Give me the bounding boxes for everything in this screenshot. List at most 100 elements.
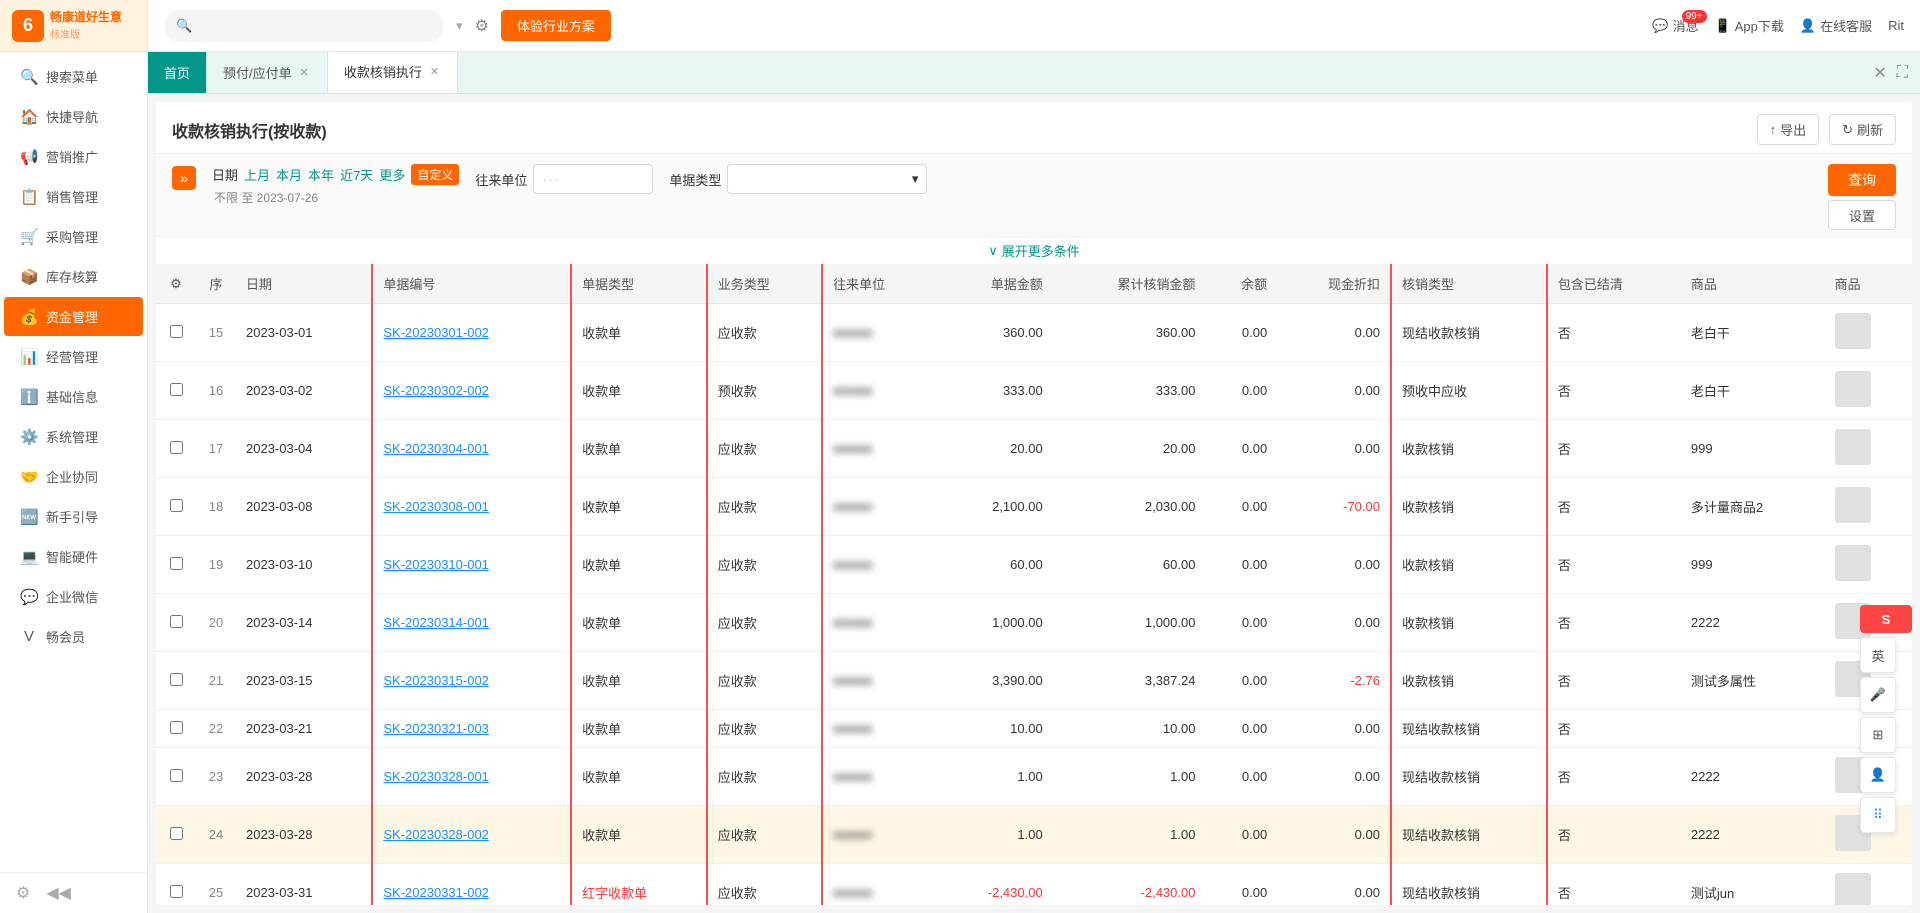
sidebar-item-operation[interactable]: 📊经营管理: [4, 337, 143, 376]
row-doc-no-link[interactable]: SK-20230321-003: [383, 721, 489, 736]
sidebar-item-marketing[interactable]: 📢营销推广: [4, 137, 143, 176]
float-user-icon[interactable]: 👤: [1860, 757, 1896, 793]
filter-more-conditions[interactable]: ∨ 展开更多条件: [156, 237, 1912, 264]
sidebar-item-basic[interactable]: ℹ️基础信息: [4, 377, 143, 416]
message-button[interactable]: 💬 消息 99+: [1652, 16, 1698, 35]
col-checkbox[interactable]: [156, 594, 196, 652]
row-doc-no-link[interactable]: SK-20230315-002: [383, 673, 489, 688]
float-grid-icon[interactable]: ⊞: [1860, 717, 1896, 753]
row-amount: 3,390.00: [936, 652, 1053, 710]
filter-doctype-select[interactable]: ▾: [727, 164, 927, 194]
sidebar-item-enterprise[interactable]: 🤝企业协同: [4, 457, 143, 496]
row-checkbox[interactable]: [170, 557, 183, 570]
settings-icon[interactable]: ⚙: [16, 883, 30, 903]
float-more-icon[interactable]: ⠿: [1860, 797, 1896, 833]
filter-custom-date-button[interactable]: 自定义: [411, 164, 459, 185]
row-doc-no-link[interactable]: SK-20230328-001: [383, 769, 489, 784]
topbar-search[interactable]: 🔍: [164, 10, 444, 42]
sidebar-icon-member: V: [20, 628, 38, 645]
sidebar-item-member[interactable]: V畅会员: [4, 617, 143, 656]
refresh-button[interactable]: ↻ 刷新: [1829, 114, 1896, 145]
filter-last-7days[interactable]: 近7天: [340, 165, 373, 184]
tab-advance-payment-close[interactable]: ✕: [298, 65, 311, 80]
col-checkbox[interactable]: [156, 536, 196, 594]
sidebar-item-quicknav[interactable]: 🏠快捷导航: [4, 97, 143, 136]
float-mic-icon[interactable]: 🎤: [1860, 677, 1896, 713]
sidebar-item-finance[interactable]: 💰资金管理: [4, 297, 143, 336]
filter-this-year[interactable]: 本年: [308, 165, 334, 184]
row-doc-no-link[interactable]: SK-20230331-002: [383, 885, 489, 900]
tab-close-all-icon[interactable]: ✕: [1873, 63, 1886, 83]
row-doc-no-link[interactable]: SK-20230310-001: [383, 557, 489, 572]
topbar-dropdown-icon[interactable]: ▾: [456, 18, 463, 34]
topbar-gear-icon[interactable]: ⚙: [475, 16, 489, 36]
settings-button[interactable]: 设置: [1828, 200, 1896, 230]
sidebar-icon-wechat: 💬: [20, 588, 38, 606]
row-checkbox[interactable]: [170, 827, 183, 840]
sidebar-icon-finance: 💰: [20, 308, 38, 326]
col-checkbox[interactable]: [156, 748, 196, 806]
row-doc-type: 收款单: [571, 748, 707, 806]
row-doc-no-link[interactable]: SK-20230308-001: [383, 499, 489, 514]
col-checkbox[interactable]: [156, 864, 196, 906]
export-button[interactable]: ↑ 导出: [1757, 114, 1820, 145]
row-doc-no-link[interactable]: SK-20230328-002: [383, 827, 489, 842]
export-label: 导出: [1780, 120, 1806, 139]
col-checkbox[interactable]: [156, 478, 196, 536]
float-s-icon[interactable]: S: [1860, 605, 1912, 633]
online-service-button[interactable]: 👤 在线客服: [1800, 16, 1872, 35]
row-include-settled: 否: [1547, 536, 1681, 594]
user-avatar[interactable]: Rit: [1888, 18, 1904, 33]
row-doc-no-link[interactable]: SK-20230314-001: [383, 615, 489, 630]
col-checkbox[interactable]: [156, 710, 196, 748]
sidebar-item-hardware[interactable]: 💻智能硬件: [4, 537, 143, 576]
float-translate-icon[interactable]: 英: [1860, 637, 1896, 673]
row-doc-no: SK-20230304-001: [372, 420, 571, 478]
sidebar-item-inventory[interactable]: 📦库存核算: [4, 257, 143, 296]
app-download-button[interactable]: 📱 App下载: [1715, 16, 1784, 35]
sidebar-item-guide[interactable]: 🆕新手引导: [4, 497, 143, 536]
col-gear[interactable]: ⚙: [156, 264, 196, 304]
tab-expand-icon[interactable]: ⛶: [1897, 64, 1908, 82]
col-checkbox[interactable]: [156, 420, 196, 478]
tab-home[interactable]: 首页: [148, 52, 207, 93]
tab-advance-payment[interactable]: 预付/应付单 ✕: [207, 52, 328, 93]
filter-more-dates[interactable]: 更多: [379, 165, 405, 184]
col-checkbox[interactable]: [156, 362, 196, 420]
row-doc-no-link[interactable]: SK-20230301-002: [383, 325, 489, 340]
user-blue-icon: 👤: [1870, 767, 1886, 783]
row-checkbox[interactable]: [170, 383, 183, 396]
sidebar-item-search[interactable]: 🔍搜索菜单: [4, 57, 143, 96]
tab-receipt-verify[interactable]: 收款核销执行 ✕: [328, 52, 458, 93]
col-checkbox[interactable]: [156, 304, 196, 362]
sidebar-item-sales[interactable]: 📋销售管理: [4, 177, 143, 216]
row-checkbox[interactable]: [170, 673, 183, 686]
query-button[interactable]: 查询: [1828, 164, 1896, 196]
col-checkbox[interactable]: [156, 652, 196, 710]
sidebar-item-wechat[interactable]: 💬企业微信: [4, 577, 143, 616]
row-counterparty-value: ●●●●●: [833, 827, 872, 842]
row-checkbox[interactable]: [170, 885, 183, 898]
row-checkbox[interactable]: [170, 441, 183, 454]
filter-date-group: 日期 上月 本月 本年 近7天 更多 自定义 不限 至 2023-07-26: [212, 164, 459, 206]
row-doc-no-link[interactable]: SK-20230302-002: [383, 383, 489, 398]
row-include-settled: 否: [1547, 362, 1681, 420]
filter-expand-button[interactable]: »: [172, 166, 196, 190]
sidebar-menu: 🔍搜索菜单🏠快捷导航📢营销推广📋销售管理🛒采购管理📦库存核算💰资金管理📊经营管理…: [0, 52, 147, 872]
collapse-icon[interactable]: ◀◀: [46, 883, 71, 903]
filter-last-month[interactable]: 上月: [244, 165, 270, 184]
industry-solution-button[interactable]: 体验行业方案: [501, 10, 611, 41]
row-checkbox[interactable]: [170, 721, 183, 734]
col-checkbox[interactable]: [156, 806, 196, 864]
tab-receipt-verify-close[interactable]: ✕: [428, 64, 441, 79]
sidebar-item-purchase[interactable]: 🛒采购管理: [4, 217, 143, 256]
row-checkbox[interactable]: [170, 769, 183, 782]
row-checkbox[interactable]: [170, 325, 183, 338]
row-checkbox[interactable]: [170, 615, 183, 628]
filter-this-month[interactable]: 本月: [276, 165, 302, 184]
sidebar-item-system[interactable]: ⚙️系统管理: [4, 417, 143, 456]
row-doc-no-link[interactable]: SK-20230304-001: [383, 441, 489, 456]
filter-counterparty-select[interactable]: ···: [533, 164, 653, 194]
row-checkbox[interactable]: [170, 499, 183, 512]
row-verify-type: 收款核销: [1391, 536, 1547, 594]
